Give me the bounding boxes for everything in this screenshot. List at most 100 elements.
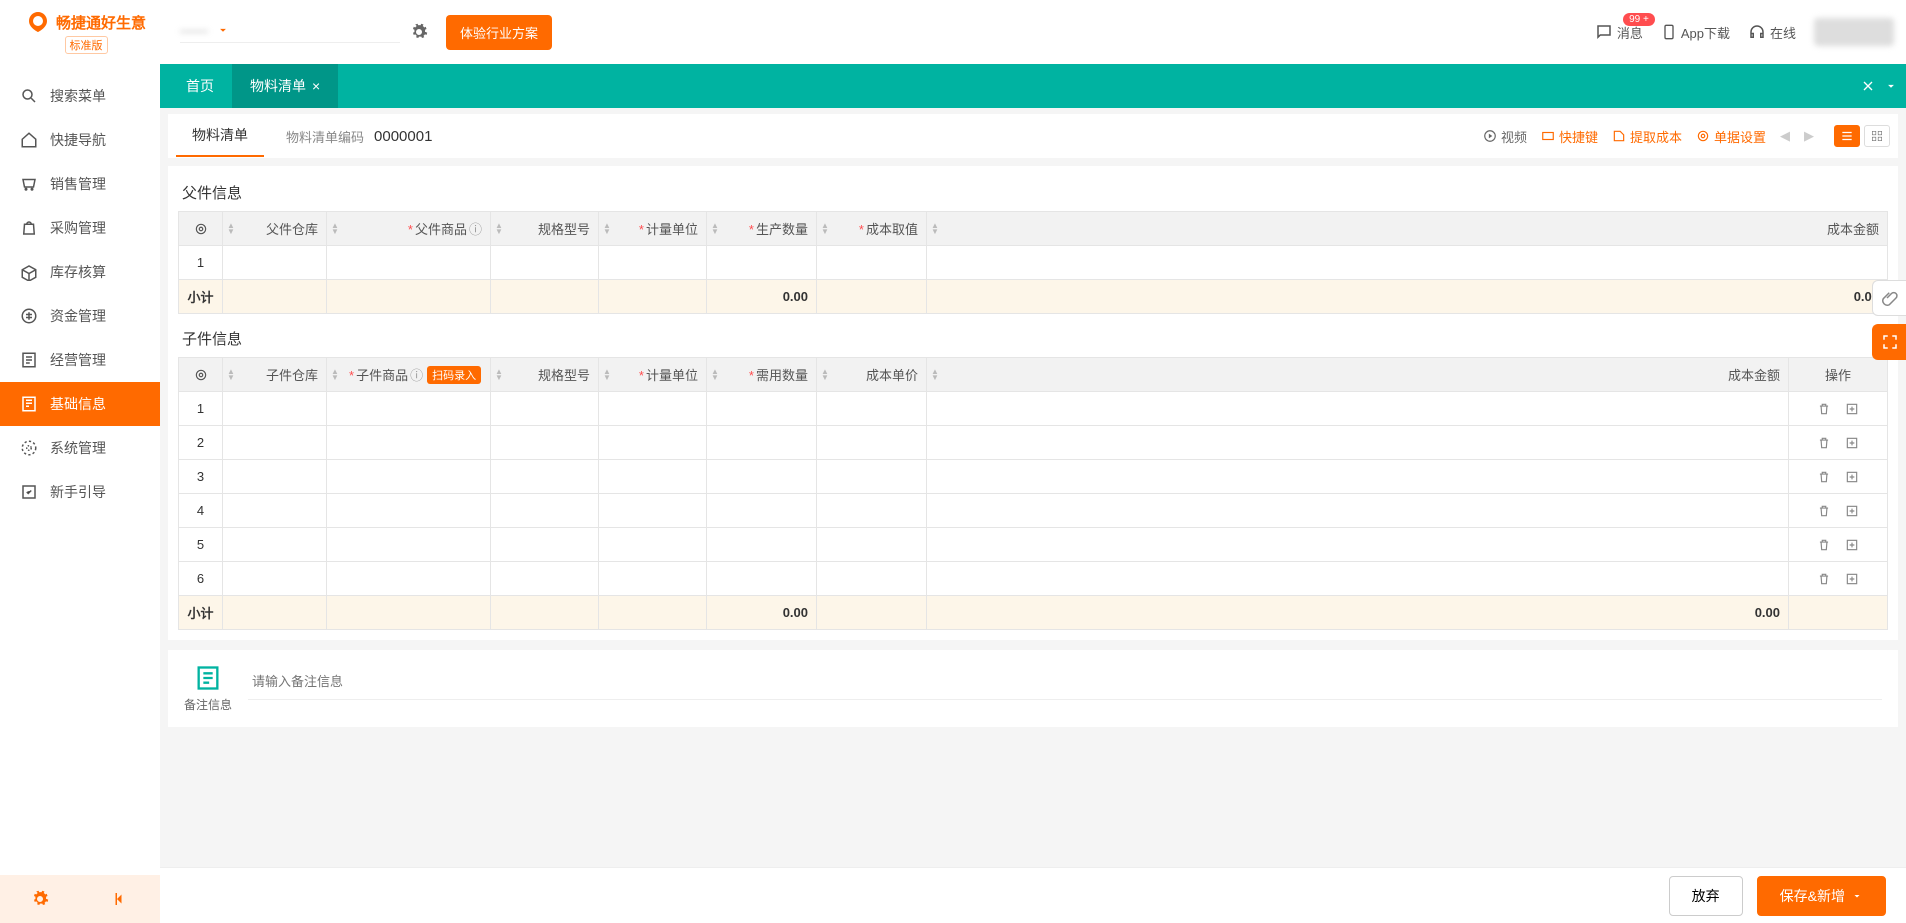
cell-qty[interactable] bbox=[707, 562, 817, 595]
cell-child-warehouse[interactable] bbox=[223, 494, 327, 527]
delete-row-button[interactable] bbox=[1817, 436, 1831, 450]
sidebar-item-funds[interactable]: 资金管理 bbox=[0, 294, 160, 338]
cell-qty[interactable] bbox=[707, 392, 817, 425]
messages-button[interactable]: 消息 99 + bbox=[1595, 23, 1643, 42]
child-table-row[interactable]: 5 bbox=[179, 528, 1887, 562]
cell-cost-amount[interactable] bbox=[927, 392, 1789, 425]
cell-child-product[interactable] bbox=[327, 562, 491, 595]
cell-spec[interactable] bbox=[491, 494, 599, 527]
cell-unit-cost[interactable] bbox=[817, 460, 927, 493]
tab-home[interactable]: 首页 bbox=[168, 64, 232, 108]
col-unit[interactable]: ▲▼计量单位 bbox=[599, 358, 707, 391]
cell-child-warehouse[interactable] bbox=[223, 426, 327, 459]
sidebar-item-guide[interactable]: 新手引导 bbox=[0, 470, 160, 514]
col-child-product[interactable]: ▲▼子件商品ⓘ扫码录入 bbox=[327, 358, 491, 391]
scan-entry-badge[interactable]: 扫码录入 bbox=[427, 366, 481, 384]
view-card-button[interactable] bbox=[1864, 125, 1890, 147]
remark-input[interactable] bbox=[248, 664, 1882, 700]
col-required-qty[interactable]: ▲▼需用数量 bbox=[707, 358, 817, 391]
child-table-row[interactable]: 2 bbox=[179, 426, 1887, 460]
video-help-button[interactable]: 视频 bbox=[1483, 127, 1527, 146]
cell-unit[interactable] bbox=[599, 562, 707, 595]
extract-cost-button[interactable]: 提取成本 bbox=[1612, 127, 1682, 146]
col-spec[interactable]: ▲▼规格型号 bbox=[491, 212, 599, 245]
add-row-button[interactable] bbox=[1845, 504, 1859, 518]
col-unit-cost[interactable]: ▲▼成本单价 bbox=[817, 358, 927, 391]
cell-cost-amount[interactable] bbox=[927, 460, 1789, 493]
delete-row-button[interactable] bbox=[1817, 504, 1831, 518]
cell-spec[interactable] bbox=[491, 460, 599, 493]
sidebar-item-sales[interactable]: 销售管理 bbox=[0, 162, 160, 206]
cell-unit-cost[interactable] bbox=[817, 562, 927, 595]
add-row-button[interactable] bbox=[1845, 470, 1859, 484]
parent-table-row[interactable]: 1 bbox=[179, 246, 1887, 280]
prev-doc-button[interactable]: ◀ bbox=[1780, 128, 1790, 144]
try-industry-button[interactable]: 体验行业方案 bbox=[446, 15, 552, 50]
tab-bom[interactable]: 物料清单 × bbox=[232, 64, 338, 108]
cell-child-warehouse[interactable] bbox=[223, 392, 327, 425]
cell-child-warehouse[interactable] bbox=[223, 460, 327, 493]
add-row-button[interactable] bbox=[1845, 402, 1859, 416]
cell-qty[interactable] bbox=[707, 528, 817, 561]
cell-qty[interactable] bbox=[707, 246, 817, 279]
cell-qty[interactable] bbox=[707, 460, 817, 493]
cell-unit[interactable] bbox=[599, 392, 707, 425]
next-doc-button[interactable]: ▶ bbox=[1804, 128, 1814, 144]
cell-parent-product[interactable] bbox=[327, 246, 491, 279]
cell-qty[interactable] bbox=[707, 494, 817, 527]
col-cost-amount[interactable]: ▲▼成本金额 bbox=[927, 212, 1887, 245]
delete-row-button[interactable] bbox=[1817, 572, 1831, 586]
attachment-button[interactable] bbox=[1872, 280, 1906, 316]
col-cost-source[interactable]: ▲▼成本取值 bbox=[817, 212, 927, 245]
cell-child-product[interactable] bbox=[327, 392, 491, 425]
cell-child-product[interactable] bbox=[327, 494, 491, 527]
col-parent-warehouse[interactable]: ▲▼父件仓库 bbox=[223, 212, 327, 245]
sidebar-item-inventory[interactable]: 库存核算 bbox=[0, 250, 160, 294]
column-settings-button[interactable] bbox=[179, 212, 223, 245]
cell-cost-amount[interactable] bbox=[927, 494, 1789, 527]
cell-parent-warehouse[interactable] bbox=[223, 246, 327, 279]
cell-unit-cost[interactable] bbox=[817, 494, 927, 527]
cell-cost-source[interactable] bbox=[817, 246, 927, 279]
col-child-warehouse[interactable]: ▲▼子件仓库 bbox=[223, 358, 327, 391]
cell-unit-cost[interactable] bbox=[817, 392, 927, 425]
cell-spec[interactable] bbox=[491, 562, 599, 595]
column-settings-button[interactable] bbox=[179, 358, 223, 391]
tab-more-button[interactable] bbox=[1884, 79, 1898, 93]
cell-qty[interactable] bbox=[707, 426, 817, 459]
sidebar-settings-button[interactable] bbox=[31, 890, 49, 908]
col-parent-product[interactable]: ▲▼父件商品ⓘ bbox=[327, 212, 491, 245]
child-table-row[interactable]: 6 bbox=[179, 562, 1887, 596]
child-table-row[interactable]: 3 bbox=[179, 460, 1887, 494]
sidebar-item-search[interactable]: 搜索菜单 bbox=[0, 74, 160, 118]
cell-spec[interactable] bbox=[491, 246, 599, 279]
delete-row-button[interactable] bbox=[1817, 538, 1831, 552]
cell-child-product[interactable] bbox=[327, 460, 491, 493]
shortcut-button[interactable]: 快捷键 bbox=[1541, 127, 1598, 146]
discard-button[interactable]: 放弃 bbox=[1669, 876, 1743, 916]
cell-cost-amount[interactable] bbox=[927, 246, 1887, 279]
app-download-button[interactable]: App下载 bbox=[1661, 23, 1730, 42]
cell-unit[interactable] bbox=[599, 460, 707, 493]
sidebar-item-system[interactable]: 系统管理 bbox=[0, 426, 160, 470]
delete-row-button[interactable] bbox=[1817, 402, 1831, 416]
col-unit[interactable]: ▲▼计量单位 bbox=[599, 212, 707, 245]
cell-spec[interactable] bbox=[491, 426, 599, 459]
sidebar-item-operations[interactable]: 经营管理 bbox=[0, 338, 160, 382]
sidebar-collapse-button[interactable] bbox=[111, 890, 129, 908]
cell-unit[interactable] bbox=[599, 528, 707, 561]
sidebar-item-nav[interactable]: 快捷导航 bbox=[0, 118, 160, 162]
account-selector[interactable]: —— bbox=[180, 22, 400, 43]
cell-unit[interactable] bbox=[599, 426, 707, 459]
cell-unit-cost[interactable] bbox=[817, 528, 927, 561]
sidebar-item-basic-info[interactable]: 基础信息 bbox=[0, 382, 160, 426]
cell-child-product[interactable] bbox=[327, 426, 491, 459]
cell-cost-amount[interactable] bbox=[927, 528, 1789, 561]
add-row-button[interactable] bbox=[1845, 538, 1859, 552]
cell-unit[interactable] bbox=[599, 494, 707, 527]
col-cost-amount[interactable]: ▲▼成本金额 bbox=[927, 358, 1789, 391]
user-avatar[interactable] bbox=[1814, 18, 1894, 46]
cell-spec[interactable] bbox=[491, 528, 599, 561]
sidebar-item-purchase[interactable]: 采购管理 bbox=[0, 206, 160, 250]
account-settings-button[interactable] bbox=[410, 23, 428, 41]
